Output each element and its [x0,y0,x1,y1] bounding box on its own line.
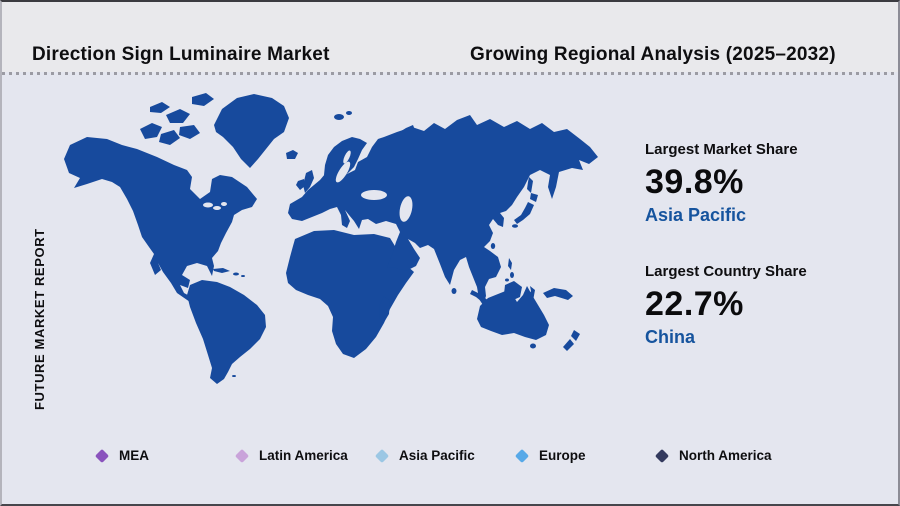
page-title: Direction Sign Luminaire Market [32,44,330,65]
legend-item-north-america: North America [654,448,797,463]
legend-label: North America [679,448,772,463]
brand-watermark: FUTURE MARKET REPORT [32,228,47,410]
stat-region: China [645,327,696,347]
stat-region: Asia Pacific [645,205,747,225]
legend: MEA Latin America Asia Pacific Europe No… [94,448,797,463]
legend-item-europe: Europe [514,448,657,463]
legend-label: Latin America [259,448,348,463]
world-map-svg [64,93,598,384]
infographic-root: Direction Sign Luminaire Market Growing … [0,0,900,506]
stat-label: Largest Market Share [645,141,798,158]
legend-item-mea: MEA [94,448,237,463]
legend-item-latin-america: Latin America [234,448,377,463]
stat-country-share: Largest Country Share 22.7% China [645,263,885,348]
stats-panel: Largest Market Share 39.8% Asia Pacific … [645,141,885,348]
legend-diamond-icon [94,448,110,463]
legend-diamond-icon [234,448,250,463]
legend-diamond-icon [514,448,530,463]
legend-label: Europe [539,448,586,463]
legend-label: MEA [119,448,149,463]
page-subtitle: Growing Regional Analysis (2025–2032) [470,44,836,65]
world-map [62,87,622,422]
legend-diamond-icon [374,448,390,463]
legend-diamond-icon [654,448,670,463]
legend-label: Asia Pacific [399,448,475,463]
stat-label: Largest Country Share [645,263,807,280]
stat-value: 39.8% [645,163,744,201]
stat-value: 22.7% [645,285,744,323]
dotted-separator [2,72,898,75]
stat-market-share: Largest Market Share 39.8% Asia Pacific [645,141,885,226]
legend-item-asia-pacific: Asia Pacific [374,448,517,463]
